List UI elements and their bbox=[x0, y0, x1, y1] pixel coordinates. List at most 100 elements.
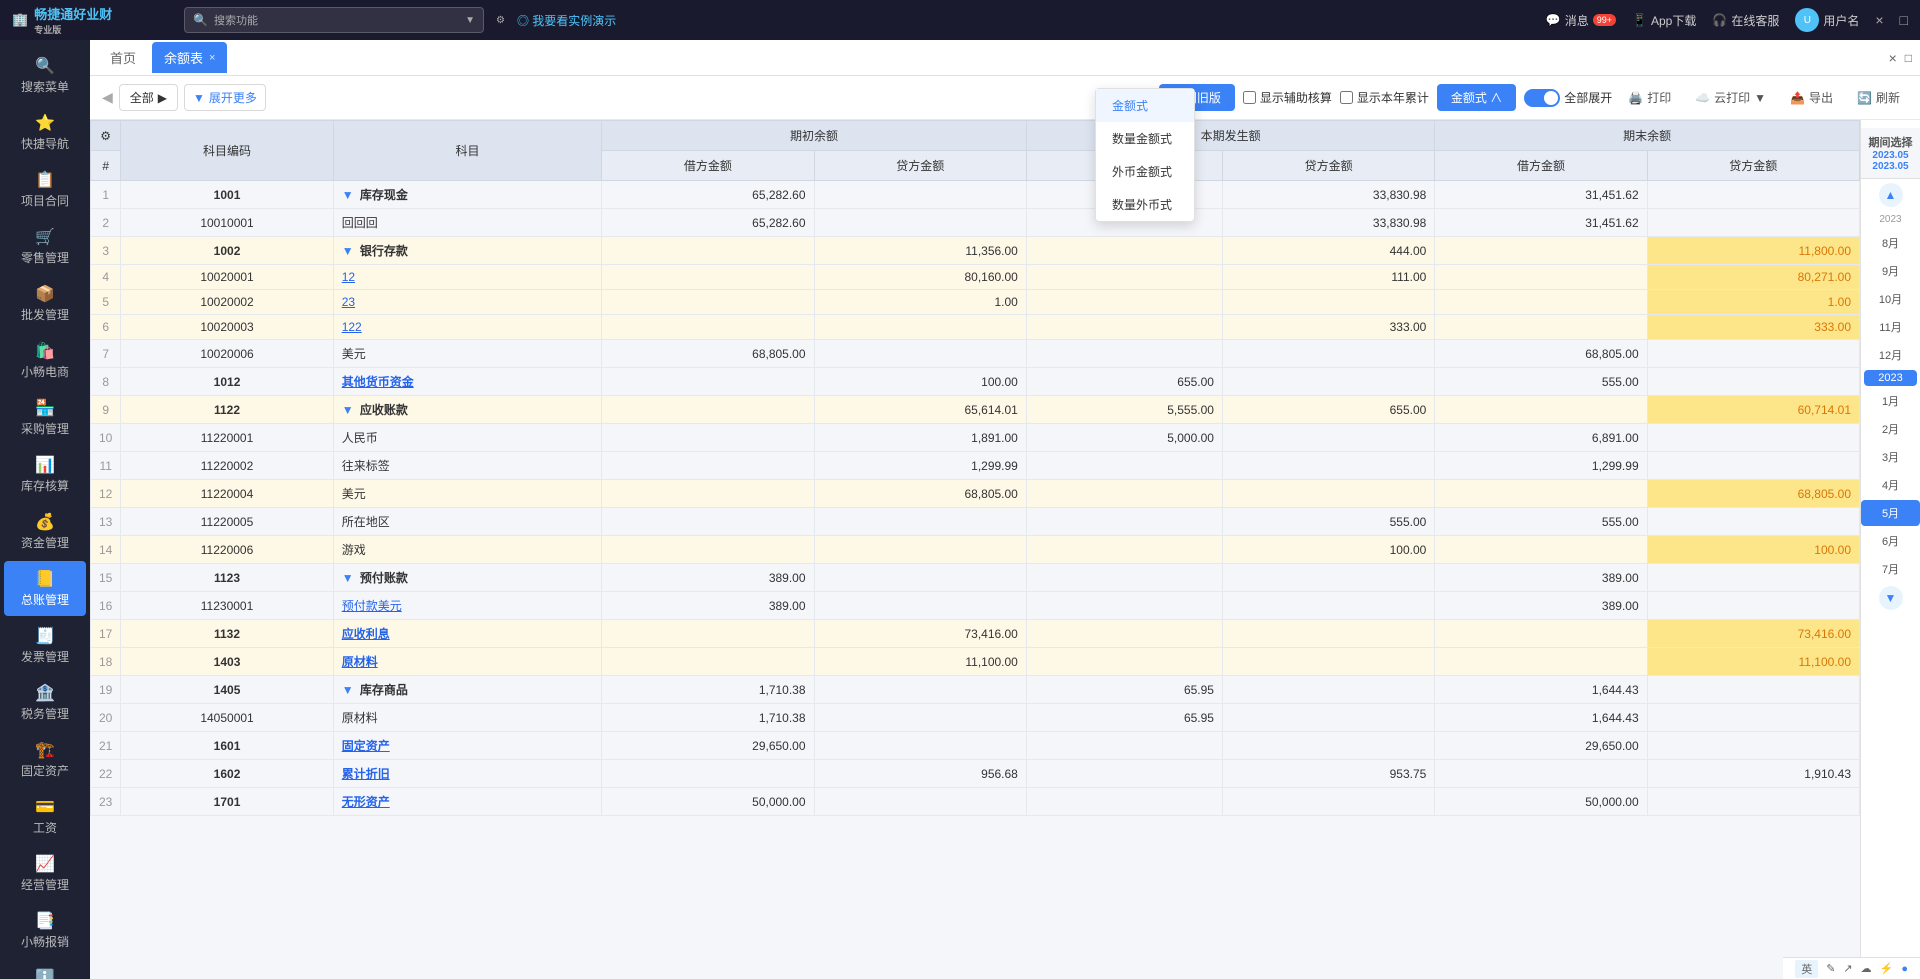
sidebar-search[interactable]: 🔍 搜索菜单 bbox=[4, 48, 86, 103]
settings-icon-top[interactable]: ⚙ bbox=[496, 15, 505, 26]
dropdown-item-foreign-amount[interactable]: 外币金额式 bbox=[1096, 155, 1194, 188]
format-btn[interactable]: 金额式 ∧ bbox=[1437, 84, 1516, 111]
table-subject[interactable]: 122 bbox=[333, 315, 602, 340]
show-auxiliary-check[interactable]: 显示辅助核算 bbox=[1243, 89, 1332, 106]
table-cp-debit bbox=[1026, 620, 1222, 648]
table-ob-debit bbox=[602, 536, 814, 564]
search-nav-icon: 🔍 bbox=[8, 56, 82, 76]
export-btn[interactable]: 📤 导出 bbox=[1782, 85, 1841, 110]
ytd-checkbox[interactable] bbox=[1340, 91, 1353, 104]
sidebar-item-ops[interactable]: 📈 经营管理 bbox=[4, 846, 86, 901]
sidebar-item-quick-nav[interactable]: ⭐ 快捷导航 bbox=[4, 105, 86, 160]
period-month-11[interactable]: 11月 bbox=[1861, 314, 1920, 340]
period-month-2[interactable]: 2月 bbox=[1861, 416, 1920, 442]
period-month-12[interactable]: 12月 bbox=[1861, 342, 1920, 368]
sidebar-item-project[interactable]: 📋 项目合同 bbox=[4, 162, 86, 217]
tab-balance[interactable]: 余额表 × bbox=[152, 42, 227, 73]
show-ytd-check[interactable]: 显示本年累计 bbox=[1340, 89, 1429, 106]
table-ob-credit bbox=[814, 788, 1026, 816]
period-month-5[interactable]: 5月 bbox=[1861, 500, 1920, 526]
table-ob-credit bbox=[814, 340, 1026, 368]
print-btn[interactable]: 🖨️ 打印 bbox=[1620, 85, 1679, 110]
sidebar-item-purchase[interactable]: 🏪 采购管理 bbox=[4, 390, 86, 445]
sidebar-item-fixed-assets[interactable]: 🏗️ 固定资产 bbox=[4, 732, 86, 787]
table-cb-credit bbox=[1647, 732, 1859, 760]
period-month-9[interactable]: 9月 bbox=[1861, 258, 1920, 284]
sidebar-item-tax[interactable]: 🏦 税务管理 bbox=[4, 675, 86, 730]
table-subject[interactable]: 12 bbox=[333, 265, 602, 290]
table-subject[interactable]: 23 bbox=[333, 290, 602, 315]
table-code: 11220002 bbox=[121, 452, 333, 480]
period-start: 2023.05 bbox=[1865, 150, 1916, 161]
status-bar: 英 ✎ ↗ ☁ ⚡ ● bbox=[1783, 957, 1920, 979]
period-down-arrow[interactable]: ▼ bbox=[1879, 586, 1903, 610]
link-icon: ↗ bbox=[1843, 962, 1852, 975]
app-download-btn[interactable]: 📱 App下载 bbox=[1632, 12, 1696, 29]
tab-bar-close-btn[interactable]: × bbox=[1889, 50, 1897, 66]
cloud-print-btn[interactable]: ☁️ 云打印 ▼ bbox=[1687, 85, 1774, 110]
period-month-1[interactable]: 1月 bbox=[1861, 388, 1920, 414]
tab-close-btn[interactable]: × bbox=[209, 52, 215, 64]
period-month-3[interactable]: 3月 bbox=[1861, 444, 1920, 470]
period-month-4[interactable]: 4月 bbox=[1861, 472, 1920, 498]
toggle-switch[interactable] bbox=[1524, 89, 1560, 107]
tab-home[interactable]: 首页 bbox=[98, 42, 148, 73]
online-service-btn[interactable]: 🎧 在线客服 bbox=[1712, 12, 1779, 29]
table-subject[interactable]: 累计折旧 bbox=[333, 760, 602, 788]
table-cp-credit bbox=[1222, 340, 1434, 368]
sidebar-item-payroll[interactable]: 💳 工资 bbox=[4, 789, 86, 844]
table-subject[interactable]: 原材料 bbox=[333, 648, 602, 676]
dropdown-item-quantity-amount[interactable]: 数量金额式 bbox=[1096, 122, 1194, 155]
period-month-8[interactable]: 8月 bbox=[1861, 230, 1920, 256]
table-subject[interactable]: 无形资产 bbox=[333, 788, 602, 816]
period-month-10[interactable]: 10月 bbox=[1861, 286, 1920, 312]
table-cb-debit bbox=[1435, 648, 1647, 676]
table-subject[interactable]: 应收利息 bbox=[333, 620, 602, 648]
table-cp-credit bbox=[1222, 704, 1434, 732]
table-subject[interactable]: 预付款美元 bbox=[333, 592, 602, 620]
th-settings[interactable]: ⚙ bbox=[91, 121, 121, 151]
table-code: 10020002 bbox=[121, 290, 333, 315]
dropdown-item-jinee[interactable]: 金额式 bbox=[1096, 89, 1194, 122]
window-close-btn[interactable]: × bbox=[1875, 12, 1883, 28]
tab-bar-restore-btn[interactable]: □ bbox=[1905, 51, 1912, 65]
expand-more-btn[interactable]: ▼ 展开更多 bbox=[184, 84, 266, 111]
tab-bar: 首页 余额表 × × □ bbox=[90, 40, 1920, 76]
table-ob-credit bbox=[814, 181, 1026, 209]
online-service-label: 在线客服 bbox=[1731, 12, 1779, 29]
sidebar-item-basic[interactable]: ℹ️ 基础信息 bbox=[4, 960, 86, 979]
sidebar-item-ecom[interactable]: 🛍️ 小畅电商 bbox=[4, 333, 86, 388]
auxiliary-checkbox[interactable] bbox=[1243, 91, 1256, 104]
table-code: 11220005 bbox=[121, 508, 333, 536]
expand-all-toggle[interactable]: 全部展开 bbox=[1524, 89, 1612, 107]
table-code: 10020003 bbox=[121, 315, 333, 340]
dropdown-item-quantity-foreign[interactable]: 数量外币式 bbox=[1096, 188, 1194, 221]
sidebar-item-report[interactable]: 📑 小畅报销 bbox=[4, 903, 86, 958]
demo-link[interactable]: ◎ 我要看实例演示 bbox=[517, 12, 616, 29]
search-bar[interactable]: 🔍 搜索功能 ▼ bbox=[184, 7, 484, 33]
sidebar-item-invoice[interactable]: 🧾 发票管理 bbox=[4, 618, 86, 673]
table-subject[interactable]: 固定资产 bbox=[333, 732, 602, 760]
period-month-6[interactable]: 6月 bbox=[1861, 528, 1920, 554]
sidebar-item-wholesale[interactable]: 📦 批发管理 bbox=[4, 276, 86, 331]
table-cp-credit bbox=[1222, 368, 1434, 396]
th-current-period: 本期发生额 bbox=[1026, 121, 1434, 151]
sidebar-item-inventory[interactable]: 📊 库存核算 bbox=[4, 447, 86, 502]
sidebar-item-capital[interactable]: 💰 资金管理 bbox=[4, 504, 86, 559]
app-name: 畅捷通好业财 bbox=[34, 4, 112, 23]
refresh-btn[interactable]: 🔄 刷新 bbox=[1849, 85, 1908, 110]
table-subject[interactable]: 其他货币资金 bbox=[333, 368, 602, 396]
table-row-num: 3 bbox=[91, 237, 121, 265]
sidebar-item-ledger[interactable]: 📒 总账管理 bbox=[4, 561, 86, 616]
sidebar-item-retail[interactable]: 🛒 零售管理 bbox=[4, 219, 86, 274]
table-ob-credit: 65,614.01 bbox=[814, 396, 1026, 424]
user-avatar[interactable]: U 用户名 bbox=[1795, 8, 1859, 32]
filter-back-arrow[interactable]: ◀ bbox=[102, 89, 113, 106]
window-restore-btn[interactable]: □ bbox=[1900, 12, 1908, 28]
filter-all-chip[interactable]: 全部 ▶ bbox=[119, 84, 178, 111]
message-btn[interactable]: 💬 消息 99+ bbox=[1546, 12, 1616, 29]
lang-indicator[interactable]: 英 bbox=[1795, 960, 1818, 978]
period-up-arrow[interactable]: ▲ bbox=[1879, 183, 1903, 207]
period-month-7[interactable]: 7月 bbox=[1861, 556, 1920, 582]
table-ob-credit: 73,416.00 bbox=[814, 620, 1026, 648]
